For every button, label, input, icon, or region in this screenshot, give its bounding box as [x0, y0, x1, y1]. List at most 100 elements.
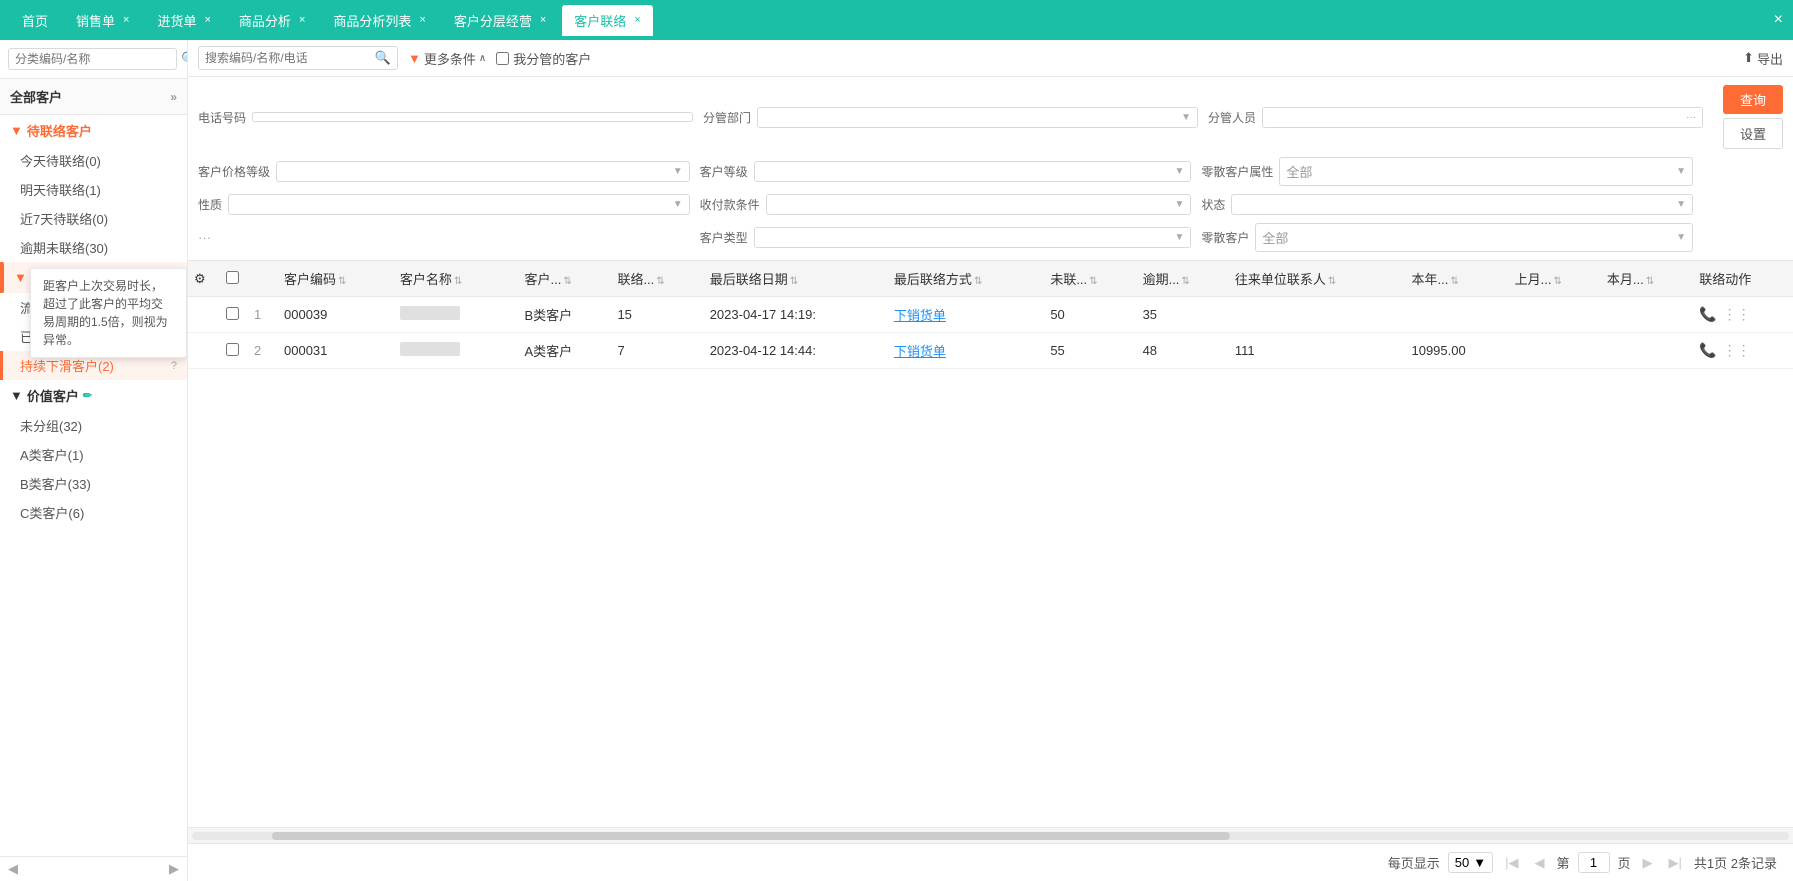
my-customers-checkbox[interactable]: [496, 52, 509, 65]
all-customers-header[interactable]: 全部客户 »: [0, 79, 187, 115]
nav-tab-purchase[interactable]: 进货单 ×: [145, 5, 222, 36]
close-purchase-tab[interactable]: ×: [204, 14, 210, 26]
th-check[interactable]: [220, 261, 248, 297]
row2-phone-icon[interactable]: 📞: [1699, 342, 1716, 359]
check-all[interactable]: [226, 271, 239, 284]
collapse-sidebar-btn[interactable]: »: [170, 90, 177, 104]
next-page-btn[interactable]: ▶: [1639, 853, 1657, 873]
th-this-month[interactable]: 本月...⇅: [1601, 261, 1693, 297]
page-input[interactable]: [1578, 852, 1610, 873]
status-arrow: ▼: [1676, 199, 1686, 210]
row1-this-year: [1405, 297, 1508, 333]
search-input[interactable]: [205, 51, 371, 65]
search-icon[interactable]: 🔍: [375, 50, 391, 66]
nav-tab-product-list[interactable]: 商品分析列表 ×: [321, 5, 437, 36]
sidebar-scroll-right[interactable]: ▶: [169, 861, 179, 877]
sidebar-item-c-class[interactable]: C类客户(6): [0, 498, 187, 527]
status-select[interactable]: ▼: [1231, 194, 1693, 215]
query-button[interactable]: 查询: [1723, 85, 1783, 114]
nav-tab-customer-tier[interactable]: 客户分层经营 ×: [442, 5, 558, 36]
row1-last-month: [1509, 297, 1601, 333]
sidebar-item-ungrouped[interactable]: 未分组(32): [0, 411, 187, 440]
row1-more-icon[interactable]: ⋮⋮: [1723, 306, 1751, 323]
nav-tab-product-analysis[interactable]: 商品分析 ×: [227, 5, 317, 36]
th-type[interactable]: 客户...⇅: [519, 261, 612, 297]
sidebar-search-input[interactable]: [8, 48, 177, 70]
scrollbar-track[interactable]: [192, 832, 1789, 840]
th-gear[interactable]: ⚙: [188, 261, 220, 297]
row2-check[interactable]: [220, 333, 248, 369]
manager-select[interactable]: ···: [1262, 107, 1703, 128]
row2-gear: [188, 333, 220, 369]
close-product-list-tab[interactable]: ×: [419, 14, 425, 26]
th-last-month[interactable]: 上月...⇅: [1509, 261, 1601, 297]
content-area: 🔍 ▼ 更多条件 ∧ 我分管的客户 ⬆ 导出 电话号码: [188, 40, 1793, 881]
more-filters-btn[interactable]: ···: [198, 230, 211, 245]
row2-more-icon[interactable]: ⋮⋮: [1723, 342, 1751, 359]
sidebar-search-icon[interactable]: 🔍: [181, 51, 188, 67]
close-all-tabs[interactable]: ×: [1774, 11, 1783, 29]
th-this-year[interactable]: 本年...⇅: [1405, 261, 1508, 297]
row1-check[interactable]: [220, 297, 248, 333]
sidebar-group-pending[interactable]: ▼ 待联络客户: [0, 115, 187, 146]
sidebar-item-overdue[interactable]: 逾期未联络(30): [0, 233, 187, 262]
row1-type: B类客户: [519, 297, 612, 333]
retail-customer-label: 零散客户: [1201, 229, 1249, 246]
sidebar-group-value[interactable]: ▼ 价值客户 ✏: [0, 380, 187, 411]
row2-contact: 7: [611, 333, 703, 369]
set-button[interactable]: 设置: [1723, 118, 1783, 149]
nav-tab-home[interactable]: 首页: [10, 5, 60, 36]
horizontal-scrollbar[interactable]: [188, 827, 1793, 843]
search-wrap: 🔍: [198, 46, 398, 70]
th-last-date[interactable]: 最后联络日期⇅: [704, 261, 888, 297]
price-grade-select[interactable]: ▼: [276, 161, 690, 182]
customer-grade-label: 客户等级: [700, 163, 748, 180]
phone-select[interactable]: [252, 112, 693, 122]
th-contact[interactable]: 联络...⇅: [611, 261, 703, 297]
sidebar-item-tomorrow[interactable]: 明天待联络(1): [0, 175, 187, 204]
sidebar-item-today[interactable]: 今天待联络(0): [0, 146, 187, 175]
th-name[interactable]: 客户名称⇅: [394, 261, 519, 297]
close-customer-tier-tab[interactable]: ×: [540, 14, 546, 26]
sidebar-item-7days[interactable]: 近7天待联络(0): [0, 204, 187, 233]
th-last-way[interactable]: 最后联络方式⇅: [888, 261, 1044, 297]
customer-grade-select[interactable]: ▼: [754, 161, 1192, 182]
th-unit-contact[interactable]: 往来单位联系人⇅: [1229, 261, 1406, 297]
my-customers-checkbox-wrap[interactable]: 我分管的客户: [496, 49, 591, 68]
first-page-btn[interactable]: |◀: [1501, 853, 1522, 873]
more-conditions-btn[interactable]: ▼ 更多条件 ∧: [408, 49, 486, 68]
scrollbar-thumb[interactable]: [272, 832, 1230, 840]
close-sales-tab[interactable]: ×: [123, 14, 129, 26]
row2-name[interactable]: [394, 333, 519, 369]
sidebar-scroll-left[interactable]: ◀: [8, 861, 18, 877]
close-product-analysis-tab[interactable]: ×: [299, 14, 305, 26]
payment-arrow: ▼: [1174, 199, 1184, 210]
row2-unit-contact: 111: [1229, 333, 1406, 369]
customer-type-select[interactable]: ▼: [754, 227, 1192, 248]
nav-tab-customer-contact[interactable]: 客户联络 ×: [562, 5, 652, 36]
retail-customer-select[interactable]: 全部 ▼: [1255, 223, 1693, 252]
edit-value-group-icon[interactable]: ✏: [83, 389, 92, 402]
sidebar-item-b-class[interactable]: B类客户(33): [0, 469, 187, 498]
help-icon-declining: ?: [171, 360, 177, 372]
last-page-btn[interactable]: ▶|: [1665, 853, 1686, 873]
th-code[interactable]: 客户编码⇅: [278, 261, 394, 297]
row1-phone-icon[interactable]: 📞: [1699, 306, 1716, 323]
th-overdue[interactable]: 逾期...⇅: [1137, 261, 1229, 297]
table-row: 1 000039 B类客户 15 2023-04-17 14:19: 下销货单 …: [188, 297, 1793, 333]
th-no-contact[interactable]: 未联...⇅: [1044, 261, 1136, 297]
payment-select[interactable]: ▼: [766, 194, 1192, 215]
row2-last-way[interactable]: 下销货单: [888, 333, 1044, 369]
nature-select[interactable]: ▼: [228, 194, 690, 215]
sidebar-item-a-class[interactable]: A类客户(1): [0, 440, 187, 469]
retail-attr-select[interactable]: 全部 ▼: [1279, 157, 1693, 186]
prev-page-btn[interactable]: ◀: [1531, 853, 1549, 873]
dept-select[interactable]: ▼: [757, 107, 1198, 128]
close-customer-contact-tab[interactable]: ×: [634, 14, 640, 26]
row1-last-way[interactable]: 下销货单: [888, 297, 1044, 333]
per-page-select[interactable]: 50 ▼: [1448, 852, 1493, 873]
nav-tab-sales[interactable]: 销售单 ×: [64, 5, 141, 36]
row1-name[interactable]: [394, 297, 519, 333]
export-button[interactable]: ⬆ 导出: [1743, 49, 1783, 68]
row1-overdue: 35: [1137, 297, 1229, 333]
